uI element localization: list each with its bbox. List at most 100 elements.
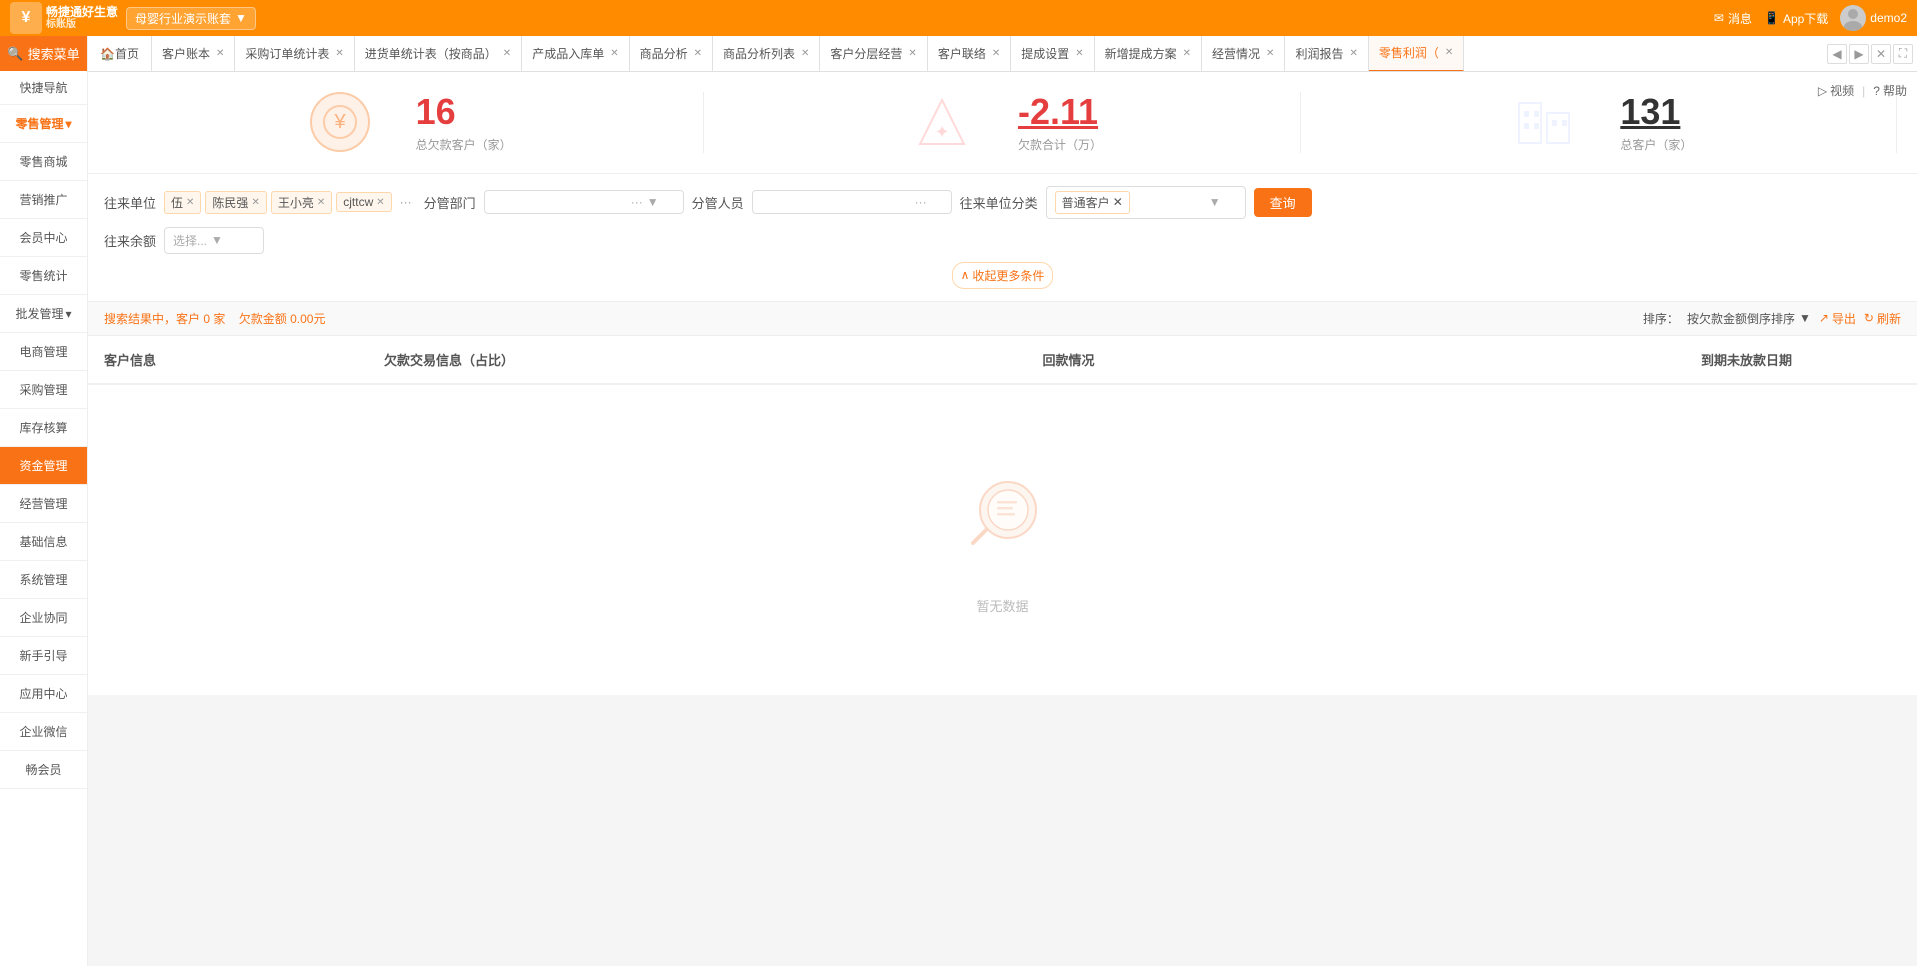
stat1-number: 16	[416, 92, 512, 132]
app-download-button[interactable]: 📱 App下载	[1764, 10, 1828, 27]
tab-close-icon[interactable]: ✕	[335, 48, 343, 59]
tab-operation[interactable]: 经营情况 ✕	[1202, 36, 1285, 72]
filter-person-select[interactable]: ···	[752, 190, 952, 214]
main-layout: 🔍 搜索菜单 快捷导航 零售管理 ▾ 零售商城 营销推广 会员	[0, 36, 1917, 966]
sidebar-item-vip[interactable]: 畅会员	[0, 751, 87, 789]
export-button[interactable]: ↗ 导出	[1819, 310, 1856, 327]
empty-state: 暂无数据	[88, 385, 1917, 695]
sidebar-item-retail-stats[interactable]: 零售统计	[0, 257, 87, 295]
quick-nav[interactable]: 快捷导航	[0, 71, 87, 105]
filter-category-select[interactable]: 普通客户 ✕ ▼	[1046, 186, 1246, 219]
sidebar-item-guide[interactable]: 新手引导	[0, 637, 87, 675]
tab-close-icon[interactable]: ✕	[610, 48, 618, 59]
svg-text:¥: ¥	[333, 111, 346, 133]
tab-close-icon[interactable]: ✕	[801, 48, 809, 59]
user-menu[interactable]: demo2	[1840, 5, 1907, 31]
divider: |	[1862, 84, 1865, 98]
results-info: 搜索结果中，客户 0 家 欠款金额 0.00元	[104, 310, 325, 327]
tab-commission-settings[interactable]: 提成设置 ✕	[1011, 36, 1094, 72]
debt-icon: ✦	[912, 92, 972, 152]
tab-customer-contact[interactable]: 客户联络 ✕	[928, 36, 1011, 72]
filter-more-btn[interactable]: ···	[396, 193, 416, 211]
chevron-down-icon: ▼	[647, 195, 659, 209]
category-tag-close[interactable]: ✕	[1113, 195, 1123, 209]
tab-product-analysis[interactable]: 商品分析 ✕	[630, 36, 713, 72]
tab-close-icon[interactable]: ✕	[694, 48, 702, 59]
sidebar-item-purchase[interactable]: 采购管理	[0, 371, 87, 409]
tab-maximize-button[interactable]: ⛶	[1893, 44, 1913, 64]
collapse-button[interactable]: ∧ 收起更多条件	[952, 262, 1054, 289]
filter-tag-wu: 伍 ✕	[164, 191, 201, 214]
account-selector[interactable]: 母婴行业演示账套 ▼	[126, 7, 256, 30]
tab-close-icon[interactable]: ✕	[1183, 48, 1191, 59]
tab-label: 客户联络	[938, 45, 986, 62]
tab-close-icon[interactable]: ✕	[503, 48, 511, 59]
sidebar-item-apps[interactable]: 应用中心	[0, 675, 87, 713]
results-unit: 家	[213, 312, 225, 326]
tab-purchase-order[interactable]: 采购订单统计表 ✕	[235, 36, 354, 72]
category-tag: 普通客户 ✕	[1055, 191, 1130, 214]
video-link[interactable]: ▷ 视频	[1818, 82, 1854, 99]
filter-balance-select[interactable]: 选择... ▼	[164, 227, 264, 254]
tab-label: 经营情况	[1212, 45, 1260, 62]
message-icon: ✉	[1714, 11, 1724, 25]
sidebar-item-label: 库存核算	[19, 421, 67, 435]
tag-close-cjttcw[interactable]: ✕	[376, 197, 384, 208]
tab-product-inbound[interactable]: 产成品入库单 ✕	[522, 36, 629, 72]
tab-next-button[interactable]: ▶	[1849, 44, 1869, 64]
filter-dept-select[interactable]: ··· ▼	[484, 190, 684, 214]
sidebar-item-label: 零售统计	[19, 269, 67, 283]
sidebar-item-basic-info[interactable]: 基础信息	[0, 523, 87, 561]
sidebar-item-ecommerce[interactable]: 电商管理	[0, 333, 87, 371]
tab-prev-button[interactable]: ◀	[1827, 44, 1847, 64]
sidebar-item-label: 企业微信	[19, 725, 67, 739]
refresh-button[interactable]: ↻ 刷新	[1864, 310, 1901, 327]
query-button[interactable]: 查询	[1254, 188, 1312, 217]
export-label: 导出	[1832, 310, 1856, 327]
sidebar-item-member[interactable]: 会员中心	[0, 219, 87, 257]
sidebar-item-operation[interactable]: 经营管理	[0, 485, 87, 523]
tag-close-chen[interactable]: ✕	[251, 197, 259, 208]
sidebar-item-inventory[interactable]: 库存核算	[0, 409, 87, 447]
building-icon	[1514, 93, 1574, 151]
tab-home[interactable]: 🏠 首页	[88, 36, 152, 72]
sidebar-item-retail-mall[interactable]: 零售商城	[0, 143, 87, 181]
tab-profit-report[interactable]: 利润报告 ✕	[1285, 36, 1368, 72]
sidebar-item-retail-mgmt[interactable]: 零售管理 ▾	[0, 105, 87, 143]
sidebar-search[interactable]: 🔍 搜索菜单	[0, 36, 87, 71]
sidebar-item-wholesale[interactable]: 批发管理 ▾	[0, 295, 87, 333]
tab-label: 商品分析	[640, 45, 688, 62]
sidebar-item-collab[interactable]: 企业协同	[0, 599, 87, 637]
tab-add-commission[interactable]: 新增提成方案 ✕	[1095, 36, 1202, 72]
message-button[interactable]: ✉ 消息	[1714, 10, 1752, 27]
tab-product-analysis-list[interactable]: 商品分析列表 ✕	[713, 36, 820, 72]
filter-tag-cjttcw: cjttcw ✕	[336, 192, 391, 212]
refresh-label: 刷新	[1877, 310, 1901, 327]
tab-inbound-stats[interactable]: 进货单统计表（按商品） ✕	[355, 36, 522, 72]
results-amount-label: 欠款金额	[239, 312, 287, 326]
sort-button[interactable]: 按欠款金额倒序排序 ▼	[1687, 310, 1811, 327]
tab-close-icon[interactable]: ✕	[908, 48, 916, 59]
tab-close-icon[interactable]: ✕	[1349, 48, 1357, 59]
tag-close-wang[interactable]: ✕	[317, 197, 325, 208]
filter-row-2: 往来余额 选择... ▼	[104, 227, 1901, 254]
sidebar-item-marketing[interactable]: 营销推广	[0, 181, 87, 219]
tab-customer-layer[interactable]: 客户分层经营 ✕	[820, 36, 927, 72]
tab-label: 客户账本	[162, 45, 210, 62]
filter-person-label: 分管人员	[692, 193, 744, 212]
sidebar-item-wechat[interactable]: 企业微信	[0, 713, 87, 751]
tab-close-icon[interactable]: ✕	[1075, 48, 1083, 59]
tab-retail-profit[interactable]: 零售利润（ ✕	[1369, 36, 1464, 72]
tab-close-all-button[interactable]: ✕	[1871, 44, 1891, 64]
tab-close-icon[interactable]: ✕	[992, 48, 1000, 59]
tab-close-icon[interactable]: ✕	[1445, 47, 1453, 58]
help-link[interactable]: ? 帮助	[1873, 82, 1907, 99]
sidebar-item-label: 营销推广	[19, 193, 67, 207]
tab-close-icon[interactable]: ✕	[216, 48, 224, 59]
tag-close-wu[interactable]: ✕	[186, 197, 194, 208]
sidebar-item-system[interactable]: 系统管理	[0, 561, 87, 599]
tab-customer-ledger[interactable]: 客户账本 ✕	[152, 36, 235, 72]
sidebar-item-finance[interactable]: 资金管理	[0, 447, 87, 485]
tab-close-icon[interactable]: ✕	[1266, 48, 1274, 59]
tab-label: 采购订单统计表	[245, 45, 329, 62]
